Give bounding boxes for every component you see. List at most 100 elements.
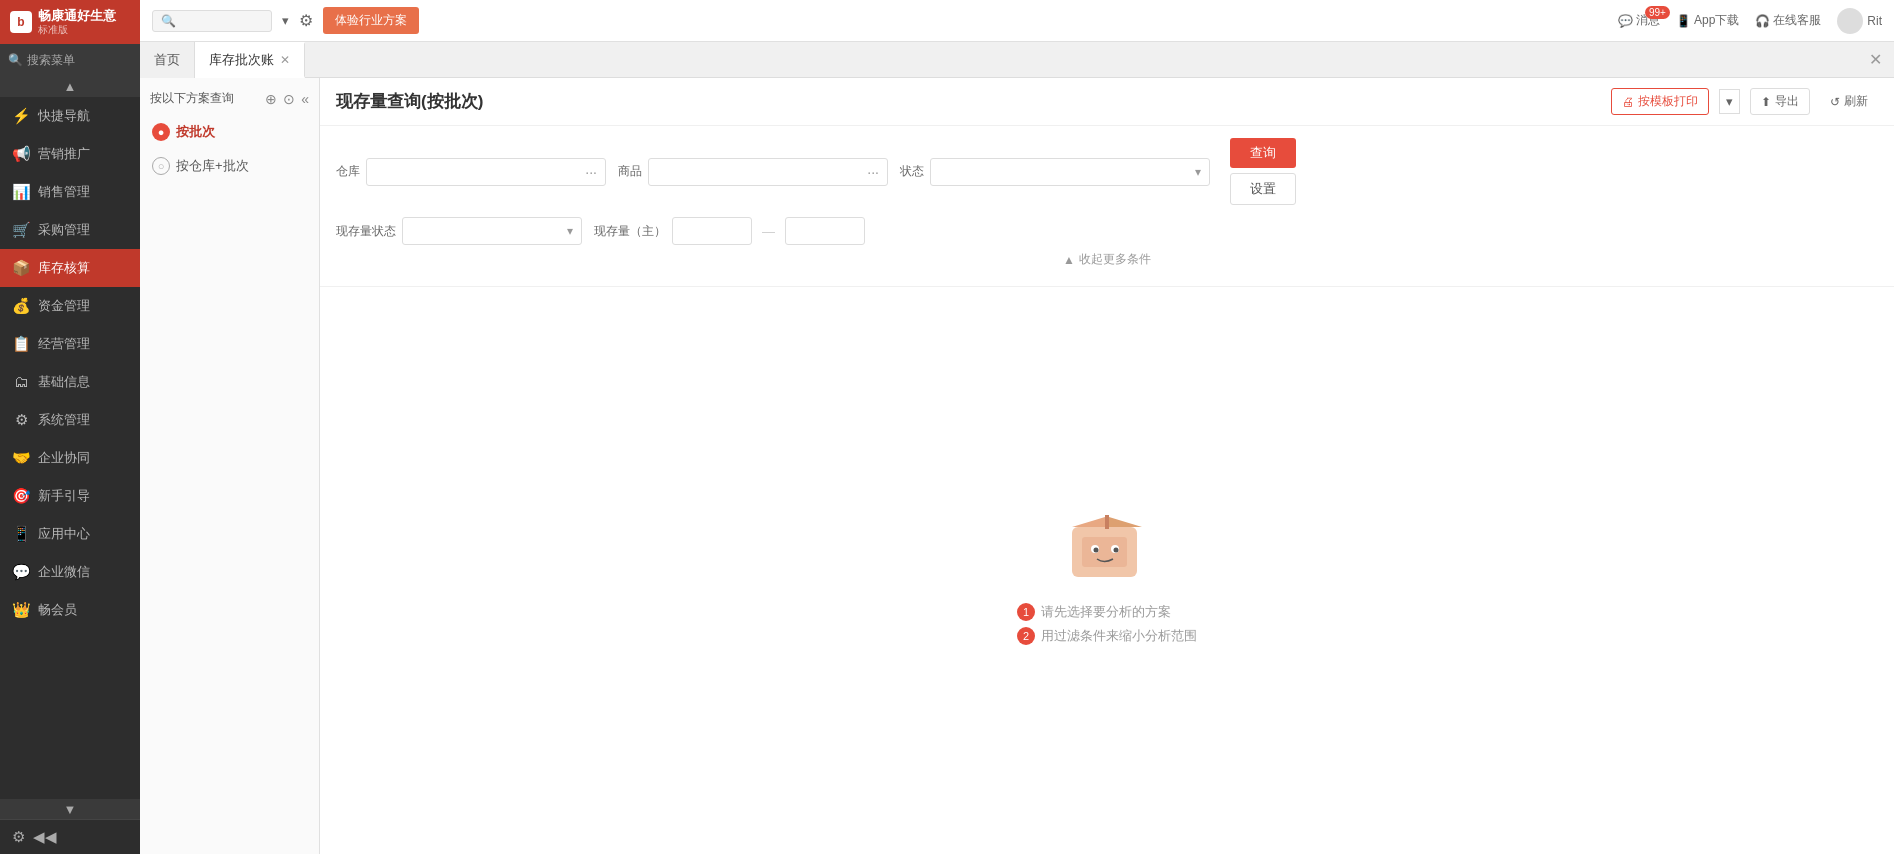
add-scheme-icon[interactable]: ⊕ [265,91,277,107]
topbar-search-box[interactable]: 🔍 [152,10,272,32]
inventory-status-select[interactable]: ▾ [402,217,582,245]
svg-marker-1 [1072,517,1105,527]
left-panel: 按以下方案查询 ⊕ ⊙ « ● 按批次 ○ 按仓库+批次 [140,78,320,854]
tab-close-icon[interactable]: ✕ [280,53,290,67]
tab-home-label: 首页 [154,51,180,69]
trial-btn[interactable]: 体验行业方案 [323,7,419,34]
status-dropdown-icon[interactable]: ▾ [1195,165,1201,179]
tabbar: 首页 库存批次账 ✕ ✕ [140,42,1894,78]
msg-icon: 💬 [1618,14,1633,28]
product-dots[interactable]: ··· [867,164,879,180]
right-panel: 现存量查询(按批次) 🖨 按模板打印 ▾ ⬆ 导出 ↺ 刷新 [320,78,1894,854]
sidebar-item-label: 快捷导航 [38,107,90,125]
sidebar-scroll-down[interactable]: ▼ [0,799,140,819]
sidebar-item-marketing[interactable]: 📢 营销推广 [0,135,140,173]
topbar-msg[interactable]: 💬 消息 99+ [1618,12,1660,29]
empty-state: 1 请先选择要分析的方案 2 用过滤条件来缩小分析范围 [320,287,1894,854]
warehouse-label: 仓库 [336,163,360,180]
tab-panel-close-icon[interactable]: ✕ [1857,50,1894,69]
topbar-app-download[interactable]: 📱 App下载 [1676,12,1739,29]
topbar-user[interactable]: Rit [1837,8,1882,34]
sales-icon: 📊 [12,183,30,201]
status-filter-field: 状态 ▾ [900,158,1210,186]
empty-illustration [1057,497,1157,587]
tip1-num: 1 [1017,603,1035,621]
inventory-icon: 📦 [12,259,30,277]
tab-batch[interactable]: 库存批次账 ✕ [195,42,305,78]
topbar: 🔍 ▾ ⚙ 体验行业方案 💬 消息 99+ 📱 App下载 🎧 在线客服 Rit [140,0,1894,42]
status-input[interactable]: ▾ [930,158,1210,186]
app-edition: 标准版 [38,24,116,36]
status-label: 状态 [900,163,924,180]
collapse-more-btn[interactable]: ▲ 收起更多条件 [336,245,1878,274]
user-name-label: Rit [1867,14,1882,28]
empty-icon-wrap [1057,497,1157,587]
enterprise-icon: 🤝 [12,449,30,467]
quantity-min-input[interactable] [672,217,752,245]
empty-tip-2: 2 用过滤条件来缩小分析范围 [1017,627,1197,645]
sidebar-item-basic[interactable]: 🗂 基础信息 [0,363,140,401]
topbar-online-service[interactable]: 🎧 在线客服 [1755,12,1821,29]
warehouse-dots[interactable]: ··· [585,164,597,180]
warehouse-input[interactable]: ··· [366,158,606,186]
empty-tip-1: 1 请先选择要分析的方案 [1017,603,1197,621]
scheme-settings-icon[interactable]: ⊙ [283,91,295,107]
svg-rect-3 [1105,515,1109,529]
sidebar-item-inventory[interactable]: 📦 库存核算 [0,249,140,287]
headset-icon: 🎧 [1755,14,1770,28]
sidebar-item-finance[interactable]: 💰 资金管理 [0,287,140,325]
sidebar-header: b 畅康通好生意 标准版 [0,0,140,44]
sidebar-item-quick-nav[interactable]: ⚡ 快捷导航 [0,97,140,135]
app-center-icon: 📱 [12,525,30,543]
topbar-right: 💬 消息 99+ 📱 App下载 🎧 在线客服 Rit [1618,8,1882,34]
product-input[interactable]: ··· [648,158,888,186]
filter-action-buttons: 查询 设置 [1230,138,1296,205]
svg-point-7 [1094,547,1099,552]
collapse-panel-icon[interactable]: « [301,91,309,107]
page-title-bar: 现存量查询(按批次) 🖨 按模板打印 ▾ ⬆ 导出 ↺ 刷新 [320,78,1894,126]
sidebar-item-operations[interactable]: 📋 经营管理 [0,325,140,363]
filter-row-1: 仓库 ··· 商品 ··· [336,138,1878,205]
quantity-separator: — [762,224,775,239]
sidebar-item-app-center[interactable]: 📱 应用中心 [0,515,140,553]
sidebar-scroll-up[interactable]: ▲ [0,77,140,97]
export-btn[interactable]: ⬆ 导出 [1750,88,1810,115]
sidebar-item-sales[interactable]: 📊 销售管理 [0,173,140,211]
finance-icon: 💰 [12,297,30,315]
refresh-btn[interactable]: ↺ 刷新 [1820,89,1878,114]
refresh-btn-label: 刷新 [1844,93,1868,110]
print-btn[interactable]: 🖨 按模板打印 [1611,88,1709,115]
sidebar-item-newbie[interactable]: 🎯 新手引导 [0,477,140,515]
purchase-icon: 🛒 [12,221,30,239]
topbar-dropdown-arrow[interactable]: ▾ [282,13,289,28]
warehouse-filter-field: 仓库 ··· [336,158,606,186]
page-title: 现存量查询(按批次) [336,90,483,113]
sidebar-item-enterprise[interactable]: 🤝 企业协同 [0,439,140,477]
print-dropdown-icon[interactable]: ▾ [1719,89,1740,114]
left-panel-item-warehouse-batch[interactable]: ○ 按仓库+批次 [140,149,319,183]
inventory-status-arrow[interactable]: ▾ [567,224,573,238]
quantity-max-input[interactable] [785,217,865,245]
collapse-sidebar-icon[interactable]: ◀◀ [33,828,57,846]
member-icon: 👑 [12,601,30,619]
settings-button[interactable]: 设置 [1230,173,1296,205]
export-btn-label: 导出 [1775,93,1799,110]
settings-footer-icon[interactable]: ⚙ [12,828,25,846]
sidebar-search[interactable]: 🔍 搜索菜单 [0,44,140,77]
sidebar-item-purchase[interactable]: 🛒 采购管理 [0,211,140,249]
filter-row-2: 现存量状态 ▾ 现存量（主） — [336,217,1878,245]
search-menu-label: 搜索菜单 [27,52,75,69]
sidebar-item-member[interactable]: 👑 畅会员 [0,591,140,629]
topbar-search-icon: 🔍 [161,14,176,28]
topbar-gear-icon[interactable]: ⚙ [299,11,313,30]
tab-home[interactable]: 首页 [140,42,195,78]
filter-area: 仓库 ··· 商品 ··· [320,126,1894,287]
collapse-icon: ▲ [1063,253,1075,267]
sidebar-item-system[interactable]: ⚙ 系统管理 [0,401,140,439]
left-panel-header-icons: ⊕ ⊙ « [265,91,309,107]
query-button[interactable]: 查询 [1230,138,1296,168]
marketing-icon: 📢 [12,145,30,163]
sidebar-item-wechat[interactable]: 💬 企业微信 [0,553,140,591]
left-panel-item-batch[interactable]: ● 按批次 [140,115,319,149]
sidebar: b 畅康通好生意 标准版 🔍 搜索菜单 ▲ ⚡ 快捷导航 📢 营销推广 📊 销售… [0,0,140,854]
